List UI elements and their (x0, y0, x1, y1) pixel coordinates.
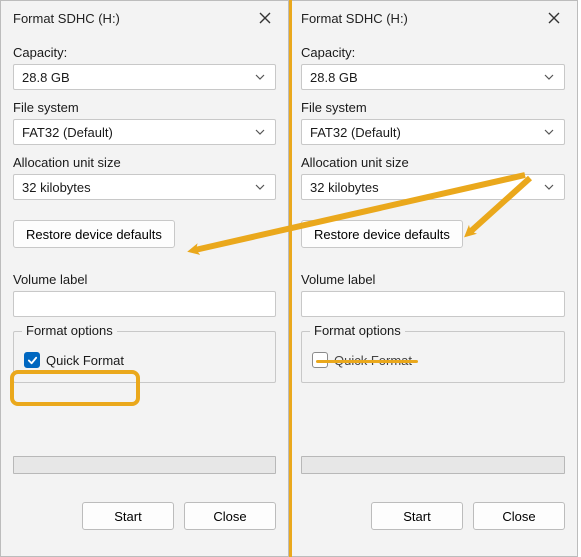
filesystem-select[interactable]: FAT32 (Default) (13, 119, 276, 145)
capacity-value: 28.8 GB (22, 70, 253, 85)
restore-defaults-label: Restore device defaults (26, 227, 162, 242)
filesystem-select[interactable]: FAT32 (Default) (301, 119, 565, 145)
allocation-label: Allocation unit size (301, 155, 565, 170)
format-options-legend: Format options (310, 323, 405, 338)
restore-defaults-button[interactable]: Restore device defaults (13, 220, 175, 248)
window-title: Format SDHC (H:) (301, 11, 537, 26)
close-icon[interactable] (248, 5, 282, 31)
volume-label-input[interactable] (13, 291, 276, 317)
start-button[interactable]: Start (371, 502, 463, 530)
volume-label-label: Volume label (13, 272, 276, 287)
format-options-legend: Format options (22, 323, 117, 338)
allocation-label: Allocation unit size (13, 155, 276, 170)
capacity-value: 28.8 GB (310, 70, 542, 85)
chevron-down-icon (253, 125, 267, 139)
restore-defaults-label: Restore device defaults (314, 227, 450, 242)
close-button[interactable]: Close (473, 502, 565, 530)
volume-label-input[interactable] (301, 291, 565, 317)
quick-format-label: Quick Format (46, 353, 124, 368)
progress-bar (301, 456, 565, 474)
allocation-select[interactable]: 32 kilobytes (13, 174, 276, 200)
chevron-down-icon (253, 70, 267, 84)
allocation-value: 32 kilobytes (22, 180, 253, 195)
titlebar: Format SDHC (H:) (1, 1, 288, 35)
close-button[interactable]: Close (184, 502, 276, 530)
volume-label-label: Volume label (301, 272, 565, 287)
format-options-group: Format options Quick Format (13, 331, 276, 383)
filesystem-value: FAT32 (Default) (22, 125, 253, 140)
filesystem-value: FAT32 (Default) (310, 125, 542, 140)
format-options-group: Format options Quick Format (301, 331, 565, 383)
capacity-select[interactable]: 28.8 GB (301, 64, 565, 90)
allocation-select[interactable]: 32 kilobytes (301, 174, 565, 200)
quick-format-label: Quick Format (334, 353, 412, 368)
progress-bar (13, 456, 276, 474)
filesystem-label: File system (13, 100, 276, 115)
quick-format-checkbox[interactable] (24, 352, 40, 368)
capacity-select[interactable]: 28.8 GB (13, 64, 276, 90)
chevron-down-icon (542, 70, 556, 84)
capacity-label: Capacity: (13, 45, 276, 60)
format-dialog-right: Format SDHC (H:) Capacity: 28.8 GB File … (289, 0, 578, 557)
chevron-down-icon (542, 180, 556, 194)
format-dialog-left: Format SDHC (H:) Capacity: 28.8 GB File … (0, 0, 289, 557)
annotation-divider (289, 0, 292, 557)
allocation-value: 32 kilobytes (310, 180, 542, 195)
capacity-label: Capacity: (301, 45, 565, 60)
restore-defaults-button[interactable]: Restore device defaults (301, 220, 463, 248)
titlebar: Format SDHC (H:) (289, 1, 577, 35)
chevron-down-icon (542, 125, 556, 139)
start-button[interactable]: Start (82, 502, 174, 530)
filesystem-label: File system (301, 100, 565, 115)
window-title: Format SDHC (H:) (13, 11, 248, 26)
chevron-down-icon (253, 180, 267, 194)
close-icon[interactable] (537, 5, 571, 31)
